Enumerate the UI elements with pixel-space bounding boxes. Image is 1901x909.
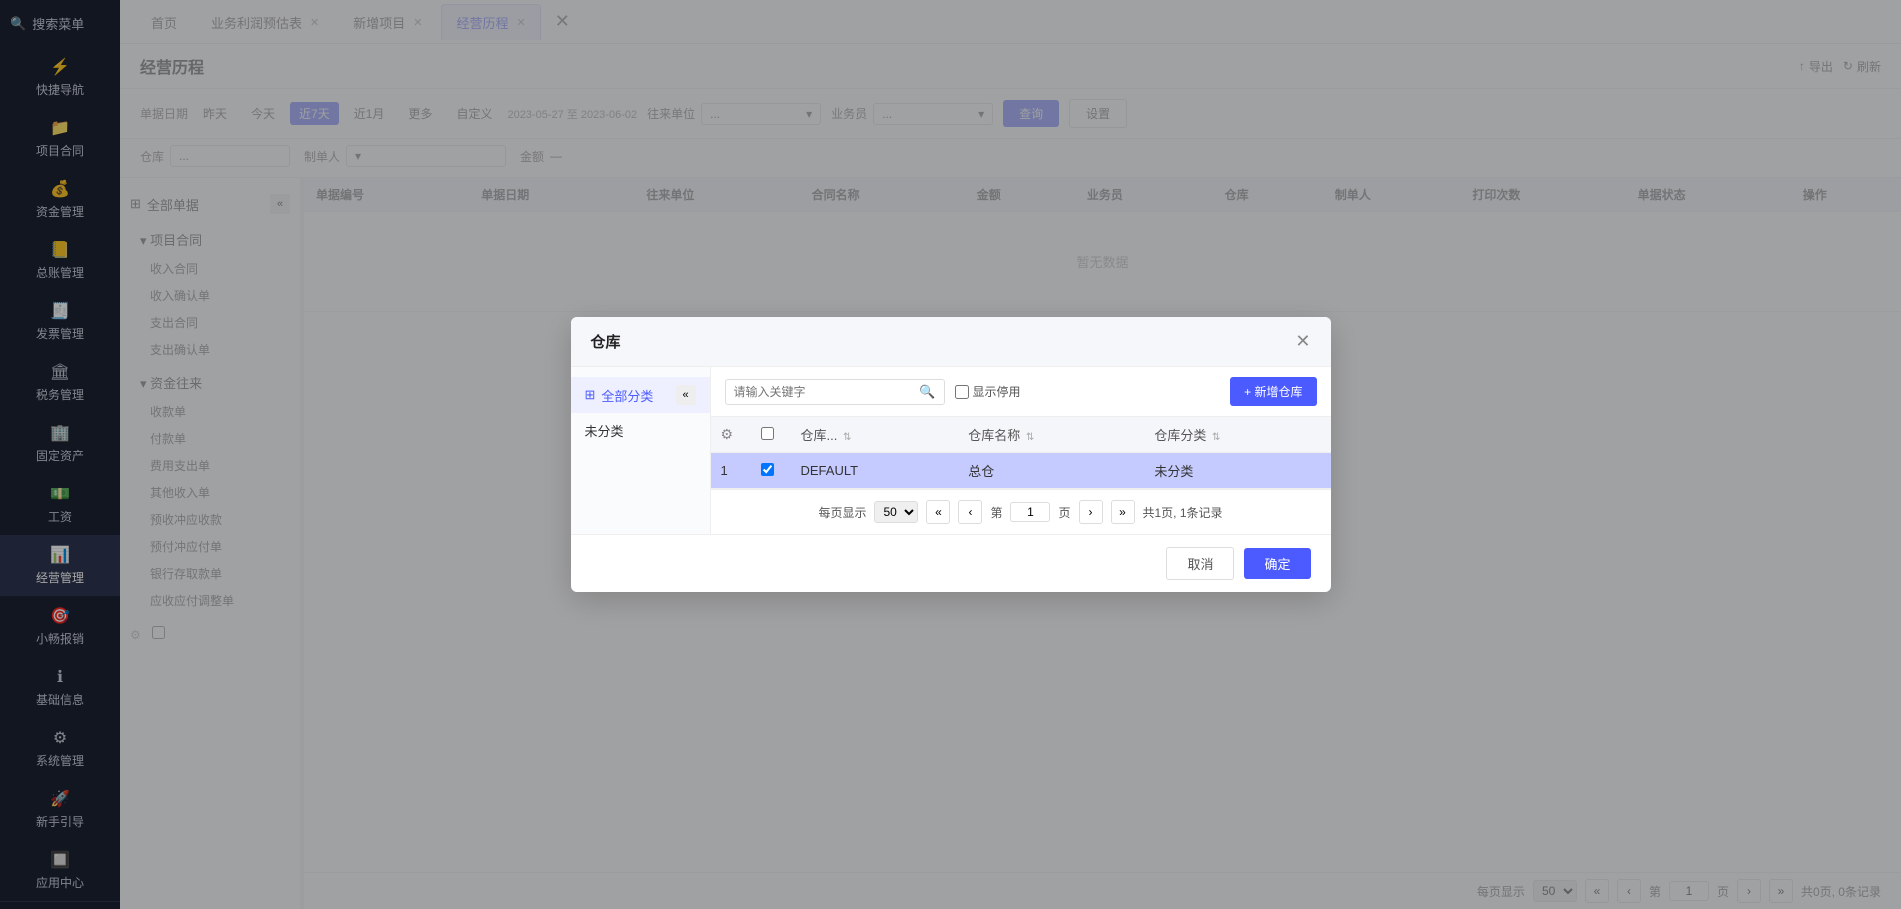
modal-table: ⚙ 仓库... ⇅ 仓库名称 [711, 417, 1331, 489]
modal-first-page[interactable]: « [926, 500, 950, 524]
modal-table-row[interactable]: 1 DEFAULT 总仓 未分类 [711, 453, 1331, 489]
modal-close-button[interactable]: ✕ [1295, 331, 1310, 352]
warehouse-modal: 仓库 ✕ ⊞ 全部分类 « 未分类 [571, 317, 1331, 592]
modal-next-page[interactable]: › [1079, 500, 1103, 524]
modal-table-wrap: ⚙ 仓库... ⇅ 仓库名称 [711, 417, 1331, 489]
modal-overlay: 仓库 ✕ ⊞ 全部分类 « 未分类 [0, 0, 1901, 909]
grid-cat-icon: ⊞ [585, 387, 596, 403]
col-warehouse-category: 仓库分类 ⇅ [1144, 417, 1330, 453]
category-all[interactable]: ⊞ 全部分类 « [571, 377, 710, 413]
sort-icon-name: ⇅ [1026, 432, 1034, 443]
row-category: 未分类 [1144, 453, 1330, 489]
modal-title: 仓库 [591, 331, 621, 352]
confirm-button[interactable]: 确定 [1244, 548, 1310, 579]
modal-toolbar: 🔍 显示停用 + 新增仓库 [711, 367, 1331, 417]
modal-last-page[interactable]: » [1111, 500, 1135, 524]
row-code: DEFAULT [791, 453, 959, 489]
modal-per-page-label: 每页显示 [818, 504, 866, 521]
select-all-modal[interactable] [761, 427, 774, 440]
add-warehouse-button[interactable]: + 新增仓库 [1230, 377, 1316, 406]
modal-footer: 取消 确定 [571, 534, 1331, 592]
page-word: 第 [990, 504, 1002, 521]
cancel-button[interactable]: 取消 [1166, 547, 1234, 580]
sort-icon-cat: ⇅ [1212, 432, 1220, 443]
col-cat-label: 仓库分类 [1154, 428, 1206, 443]
col-checkbox [751, 417, 791, 453]
sort-icon-code: ⇅ [843, 432, 851, 443]
search-icon: 🔍 [919, 384, 935, 400]
col-warehouse-name: 仓库名称 ⇅ [958, 417, 1144, 453]
row-name: 总仓 [958, 453, 1144, 489]
modal-pagination: 每页显示 50 « ‹ 第 页 › » 共1页, 1条记录 [711, 489, 1331, 534]
category-collapse-btn[interactable]: « [676, 385, 696, 405]
col-warehouse-code: 仓库... ⇅ [791, 417, 959, 453]
row-checkbox-cell[interactable] [751, 453, 791, 489]
search-input[interactable] [734, 385, 914, 399]
table-panel: 🔍 显示停用 + 新增仓库 [711, 367, 1331, 534]
col-name-label: 仓库名称 [968, 428, 1020, 443]
row-num: 1 [711, 453, 751, 489]
show-disabled-label: 显示停用 [955, 383, 1021, 400]
modal-header: 仓库 ✕ [571, 317, 1331, 367]
modal-prev-page[interactable]: ‹ [958, 500, 982, 524]
show-disabled-text: 显示停用 [973, 383, 1021, 400]
row-checkbox[interactable] [761, 463, 774, 476]
add-warehouse-label: + 新增仓库 [1244, 383, 1302, 400]
modal-page-label: 页 [1058, 504, 1070, 521]
col-gear: ⚙ [711, 417, 751, 453]
table-gear-btn[interactable]: ⚙ [721, 426, 734, 443]
show-disabled-checkbox[interactable] [955, 385, 969, 399]
search-box[interactable]: 🔍 [725, 379, 945, 405]
category-all-label: 全部分类 [601, 386, 653, 405]
modal-page-input[interactable] [1010, 502, 1050, 522]
unclassified-label: 未分类 [585, 424, 624, 439]
col-code-label: 仓库... [801, 428, 838, 443]
modal-per-page-select[interactable]: 50 [874, 501, 918, 523]
category-unclassified[interactable]: 未分类 [571, 413, 710, 448]
category-panel: ⊞ 全部分类 « 未分类 [571, 367, 711, 534]
modal-total-label: 共1页, 1条记录 [1143, 504, 1223, 521]
modal-body: ⊞ 全部分类 « 未分类 🔍 显示停用 [571, 367, 1331, 534]
